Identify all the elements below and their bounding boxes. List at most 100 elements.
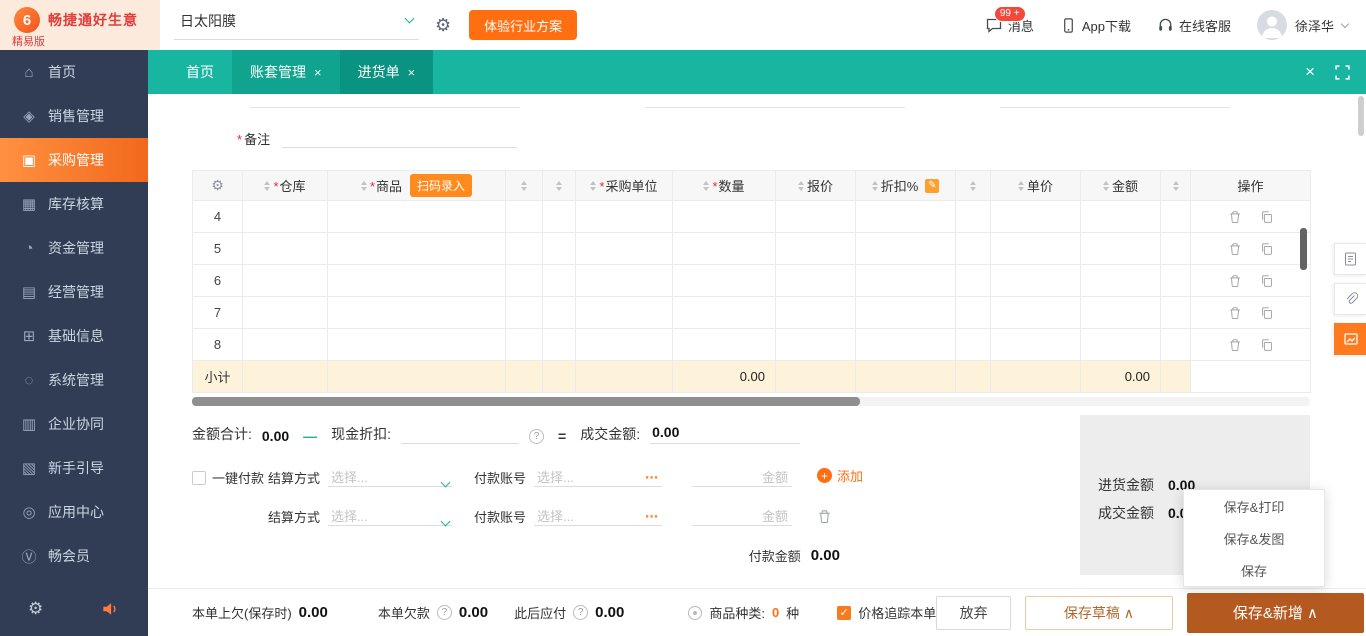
form-field-underline[interactable]	[250, 107, 520, 108]
cell[interactable]	[955, 264, 991, 297]
cell[interactable]	[1160, 200, 1191, 233]
sidebar-item-system[interactable]: ◌ 系统管理	[0, 358, 148, 402]
sort-icon[interactable]	[521, 180, 527, 191]
cell-amount[interactable]	[1080, 200, 1161, 233]
cell[interactable]	[542, 200, 576, 233]
header-quantity[interactable]: 数量	[672, 170, 776, 201]
cell-quote[interactable]	[775, 296, 856, 329]
pay-account-select[interactable]: 选择... ⋯	[534, 467, 663, 487]
delete-row-icon[interactable]	[1228, 242, 1242, 256]
cell-quote[interactable]	[775, 200, 856, 233]
sidebar-settings-icon[interactable]: ⚙	[28, 599, 43, 619]
cell[interactable]	[1160, 264, 1191, 297]
cell[interactable]	[505, 232, 543, 265]
cell-product[interactable]	[327, 232, 506, 265]
header-collapsed[interactable]	[505, 170, 543, 201]
cell-unit[interactable]	[575, 200, 673, 233]
remark-input[interactable]	[282, 126, 518, 148]
tab-accounts[interactable]: 账套管理 ×	[232, 50, 340, 94]
cell[interactable]	[542, 264, 576, 297]
cell[interactable]	[542, 328, 576, 361]
save-and-print-item[interactable]: 保存&打印	[1184, 490, 1324, 522]
sort-icon[interactable]	[970, 180, 976, 191]
cash-discount-input[interactable]	[401, 424, 520, 444]
save-draft-button[interactable]: 保存草稿 ∧	[1025, 595, 1173, 630]
sidebar-item-collaboration[interactable]: ▥ 企业协同	[0, 402, 148, 446]
cell-amount[interactable]	[1080, 232, 1161, 265]
settle-method-select[interactable]: 选择...	[328, 506, 453, 527]
cell-warehouse[interactable]	[242, 328, 328, 361]
cell-warehouse[interactable]	[242, 232, 328, 265]
cell-amount[interactable]	[1080, 296, 1161, 329]
user-menu[interactable]: 徐泽华	[1256, 10, 1350, 40]
copy-row-icon[interactable]	[1260, 274, 1274, 288]
delete-row-icon[interactable]	[1228, 210, 1242, 224]
cell-price[interactable]	[990, 200, 1081, 233]
cell-quote[interactable]	[775, 264, 856, 297]
fullscreen-icon[interactable]	[1335, 64, 1350, 80]
cell[interactable]	[505, 200, 543, 233]
settle-method-select[interactable]: 选择...	[328, 467, 453, 488]
delete-row-icon[interactable]	[1228, 338, 1242, 352]
note-tool-button[interactable]	[1334, 243, 1366, 275]
cell[interactable]	[955, 200, 991, 233]
sort-icon[interactable]	[590, 180, 597, 191]
cell-discount[interactable]	[855, 328, 956, 361]
copy-row-icon[interactable]	[1260, 338, 1274, 352]
cell[interactable]	[955, 296, 991, 329]
sort-icon[interactable]	[1172, 180, 1179, 191]
header-quote[interactable]: 报价	[775, 170, 856, 201]
header-discount[interactable]: 折扣% ✎	[855, 170, 956, 201]
checkbox-checked[interactable]	[837, 605, 852, 620]
sidebar-item-purchase[interactable]: ▣ 采购管理	[0, 138, 148, 182]
copy-row-icon[interactable]	[1260, 210, 1274, 224]
cell-product[interactable]	[327, 296, 506, 329]
sidebar-item-basic-info[interactable]: ⊞ 基础信息	[0, 314, 148, 358]
cell[interactable]	[505, 296, 543, 329]
scan-entry-button[interactable]: 扫码录入	[410, 174, 473, 197]
price-track-group[interactable]: 价格追踪本单	[837, 603, 936, 622]
cell-warehouse[interactable]	[242, 200, 328, 233]
pay-account-select[interactable]: 选择... ⋯	[534, 506, 663, 526]
sidebar-item-operations[interactable]: ▤ 经营管理	[0, 270, 148, 314]
save-and-new-button[interactable]: 保存&新增 ∧	[1186, 592, 1364, 633]
cell-warehouse[interactable]	[242, 264, 328, 297]
copy-row-icon[interactable]	[1260, 306, 1274, 320]
cell-unit[interactable]	[575, 264, 673, 297]
cell-quantity[interactable]	[672, 328, 776, 361]
cell-quote[interactable]	[775, 232, 856, 265]
delete-row-icon[interactable]	[1228, 306, 1242, 320]
cell[interactable]	[505, 328, 543, 361]
cell-quantity[interactable]	[672, 232, 776, 265]
screenshot-tool-button[interactable]	[1334, 323, 1366, 355]
cell[interactable]	[542, 296, 576, 329]
company-select[interactable]: 日太阳膜	[174, 11, 419, 40]
header-unit[interactable]: 采购单位	[575, 170, 673, 201]
checkbox-unchecked[interactable]	[192, 470, 206, 485]
save-and-send-image-item[interactable]: 保存&发图	[1184, 522, 1324, 554]
sidebar-item-home[interactable]: ⌂ 首页	[0, 50, 148, 94]
cell-price[interactable]	[990, 232, 1081, 265]
cell-unit[interactable]	[575, 296, 673, 329]
help-icon[interactable]: ?	[436, 605, 452, 620]
cell-discount[interactable]	[855, 264, 956, 297]
attachment-tool-button[interactable]	[1334, 283, 1366, 315]
sort-icon[interactable]	[797, 180, 804, 191]
header-collapsed[interactable]	[955, 170, 991, 201]
delete-row-icon[interactable]	[1228, 274, 1242, 288]
pay-amount-input[interactable]: 金额	[692, 506, 793, 526]
sidebar-item-funds[interactable]: ◔ 资金管理	[0, 226, 148, 270]
cell-price[interactable]	[990, 264, 1081, 297]
cell-discount[interactable]	[855, 296, 956, 329]
more-options-icon[interactable]: ⋯	[645, 509, 659, 525]
copy-row-icon[interactable]	[1260, 242, 1274, 256]
cell[interactable]	[1160, 296, 1191, 329]
header-warehouse[interactable]: 仓库	[242, 170, 328, 201]
cell[interactable]	[542, 232, 576, 265]
sort-icon[interactable]	[1102, 180, 1109, 191]
column-settings-header[interactable]: ⚙	[192, 170, 243, 201]
close-all-icon[interactable]: ×	[1305, 62, 1315, 82]
header-collapsed[interactable]	[542, 170, 576, 201]
cell-discount[interactable]	[855, 200, 956, 233]
close-icon[interactable]: ×	[408, 65, 416, 80]
